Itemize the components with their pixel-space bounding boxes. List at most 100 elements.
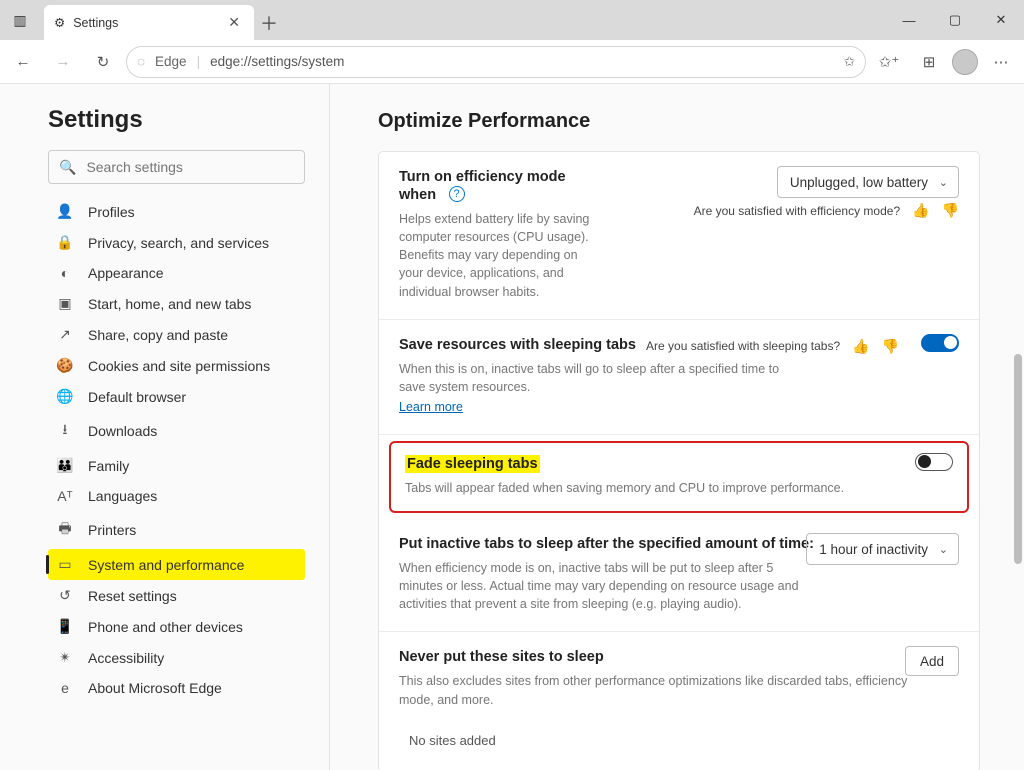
efficiency-mode-row: Turn on efficiency mode when ? Helps ext… bbox=[379, 152, 979, 320]
favorites-button[interactable]: ✩⁺ bbox=[872, 45, 906, 79]
never-title: Never put these sites to sleep bbox=[399, 649, 604, 665]
nav-label: Accessibility bbox=[88, 650, 164, 666]
sidebar-item-accessibility[interactable]: ✴Accessibility bbox=[48, 642, 305, 673]
back-button[interactable]: ← bbox=[6, 45, 40, 79]
profile-avatar[interactable] bbox=[952, 49, 978, 75]
nav-label: System and performance bbox=[88, 557, 244, 573]
nav-label: Family bbox=[88, 458, 129, 474]
sidebar-item-about-microsoft-edge[interactable]: e About Microsoft Edge bbox=[48, 673, 305, 703]
search-settings-input[interactable]: 🔍 Search settings bbox=[48, 150, 305, 184]
nav-icon: 👤 bbox=[56, 203, 74, 220]
sleeping-tabs-row: Save resources with sleeping tabs When t… bbox=[379, 320, 979, 435]
nav-icon: ◐ bbox=[56, 265, 74, 281]
settings-sidebar: Settings 🔍 Search settings 👤Profiles🔒Pri… bbox=[0, 84, 330, 770]
efficiency-feedback: Are you satisfied with efficiency mode? … bbox=[694, 202, 959, 219]
sidebar-item-appearance[interactable]: ◐Appearance bbox=[48, 258, 305, 288]
refresh-button[interactable]: ↻ bbox=[86, 45, 120, 79]
sidebar-item-system-and-performance[interactable]: ▭System and performance bbox=[48, 549, 305, 580]
nav-icon: 📱 bbox=[56, 618, 74, 635]
fade-title: Fade sleeping tabs bbox=[405, 455, 540, 473]
scrollbar-thumb[interactable] bbox=[1014, 354, 1022, 564]
fade-sleeping-toggle[interactable] bbox=[915, 453, 953, 471]
tab-title: Settings bbox=[73, 16, 118, 30]
efficiency-title: Turn on efficiency mode when bbox=[399, 169, 566, 203]
minimize-button[interactable]: — bbox=[886, 0, 932, 40]
close-tab-button[interactable]: ✕ bbox=[224, 12, 244, 33]
titlebar: ▥ ⚙ Settings ✕ ＋ — ▢ ✕ bbox=[0, 0, 1024, 40]
nav-label: Downloads bbox=[88, 423, 157, 439]
tab-actions-button[interactable]: ▥ bbox=[0, 0, 40, 40]
nav-icon: e bbox=[56, 680, 74, 696]
nav-label: Printers bbox=[88, 522, 136, 538]
inactive-title: Put inactive tabs to sleep after the spe… bbox=[399, 536, 814, 552]
nav-label: Default browser bbox=[88, 389, 186, 405]
favorite-star-icon[interactable]: ✩ bbox=[844, 54, 855, 70]
nav-icon: ⭳ bbox=[56, 419, 74, 443]
sleeping-title: Save resources with sleeping tabs bbox=[399, 337, 636, 353]
sidebar-item-phone-and-other-devices[interactable]: 📱 Phone and other devices bbox=[48, 611, 305, 642]
sidebar-item-profiles[interactable]: 👤 Profiles bbox=[48, 196, 305, 227]
nav-label: Share, copy and paste bbox=[88, 327, 228, 343]
sidebar-item-family[interactable]: 👪Family bbox=[48, 450, 305, 481]
nav-label: Privacy, search, and services bbox=[88, 235, 269, 251]
nav-icon: ↺ bbox=[56, 587, 74, 604]
sidebar-item-default-browser[interactable]: 🌐 Default browser bbox=[48, 381, 305, 412]
nav-label: Start, home, and new tabs bbox=[88, 296, 251, 312]
inactive-sleep-row: Put inactive tabs to sleep after the spe… bbox=[379, 519, 979, 632]
sidebar-item-reset-settings[interactable]: ↺ Reset settings bbox=[48, 580, 305, 611]
sidebar-item-downloads[interactable]: ⭳ Downloads bbox=[48, 412, 305, 450]
optimize-performance-heading: Optimize Performance bbox=[378, 110, 980, 133]
nav-label: About Microsoft Edge bbox=[88, 680, 222, 696]
performance-card: Turn on efficiency mode when ? Helps ext… bbox=[378, 151, 980, 770]
settings-content: Settings 🔍 Search settings 👤Profiles🔒Pri… bbox=[0, 84, 1024, 770]
help-icon[interactable]: ? bbox=[449, 186, 465, 202]
nav-icon: 🍪 bbox=[56, 357, 74, 374]
forward-button[interactable]: → bbox=[46, 45, 80, 79]
inactive-desc: When efficiency mode is on, inactive tab… bbox=[399, 559, 799, 613]
window-controls: — ▢ ✕ bbox=[886, 0, 1024, 40]
gear-icon: ⚙ bbox=[54, 15, 65, 30]
never-desc: This also excludes sites from other perf… bbox=[399, 672, 919, 708]
settings-main[interactable]: Optimize Performance Turn on efficiency … bbox=[330, 84, 1024, 770]
sidebar-item-privacy-search-and-services[interactable]: 🔒Privacy, search, and services bbox=[48, 227, 305, 258]
thumbs-up-icon[interactable]: 👍 bbox=[912, 202, 929, 219]
maximize-button[interactable]: ▢ bbox=[932, 0, 978, 40]
fade-sleeping-tabs-row: Fade sleeping tabs Tabs will appear fade… bbox=[389, 441, 969, 513]
thumbs-down-icon[interactable]: 👎 bbox=[942, 202, 959, 219]
nav-icon: 🖶 bbox=[56, 518, 74, 542]
search-placeholder: Search settings bbox=[86, 159, 183, 175]
sidebar-item-share-copy-and-paste[interactable]: ↗ Share, copy and paste bbox=[48, 319, 305, 350]
sidebar-item-cookies-and-site-permissions[interactable]: 🍪 Cookies and site permissions bbox=[48, 350, 305, 381]
efficiency-desc: Helps extend battery life by saving comp… bbox=[399, 210, 599, 301]
more-menu-button[interactable]: ⋯ bbox=[984, 45, 1018, 79]
nav-label: Reset settings bbox=[88, 588, 177, 604]
fade-desc: Tabs will appear faded when saving memor… bbox=[405, 479, 925, 497]
thumbs-down-icon[interactable]: 👎 bbox=[882, 338, 899, 355]
nav-icon: ▣ bbox=[56, 295, 74, 312]
nav-label: Phone and other devices bbox=[88, 619, 243, 635]
nav-icon: Aᵀ bbox=[56, 488, 74, 504]
nav-icon: 🌐 bbox=[56, 388, 74, 405]
efficiency-mode-select[interactable]: Unplugged, low battery ⌄ bbox=[777, 166, 959, 198]
address-bar[interactable]: ◌ Edge | edge://settings/system ✩ bbox=[126, 46, 866, 78]
thumbs-up-icon[interactable]: 👍 bbox=[852, 338, 869, 355]
inactivity-duration-select[interactable]: 1 hour of inactivity ⌄ bbox=[806, 533, 959, 565]
browser-tab[interactable]: ⚙ Settings ✕ bbox=[44, 5, 254, 40]
learn-more-link[interactable]: Learn more bbox=[399, 400, 463, 414]
add-site-button[interactable]: Add bbox=[905, 646, 959, 676]
chevron-down-icon: ⌄ bbox=[939, 543, 948, 556]
nav-label: Languages bbox=[88, 488, 157, 504]
collections-button[interactable]: ⊞ bbox=[912, 45, 946, 79]
nav-label: Cookies and site permissions bbox=[88, 358, 270, 374]
nav-icon: ↗ bbox=[56, 326, 74, 343]
address-prefix: Edge bbox=[155, 54, 187, 69]
settings-nav: 👤Profiles🔒Privacy, search, and services◐… bbox=[48, 196, 305, 703]
sidebar-item-start-home-and-new-tabs[interactable]: ▣ Start, home, and new tabs bbox=[48, 288, 305, 319]
sidebar-item-printers[interactable]: 🖶 Printers bbox=[48, 511, 305, 549]
new-tab-button[interactable]: ＋ bbox=[254, 5, 284, 40]
close-window-button[interactable]: ✕ bbox=[978, 0, 1024, 40]
sleeping-tabs-toggle[interactable] bbox=[921, 334, 959, 352]
nav-label: Profiles bbox=[88, 204, 135, 220]
never-sleep-row: Never put these sites to sleep This also… bbox=[379, 632, 979, 770]
sidebar-item-languages[interactable]: Aᵀ Languages bbox=[48, 481, 305, 511]
